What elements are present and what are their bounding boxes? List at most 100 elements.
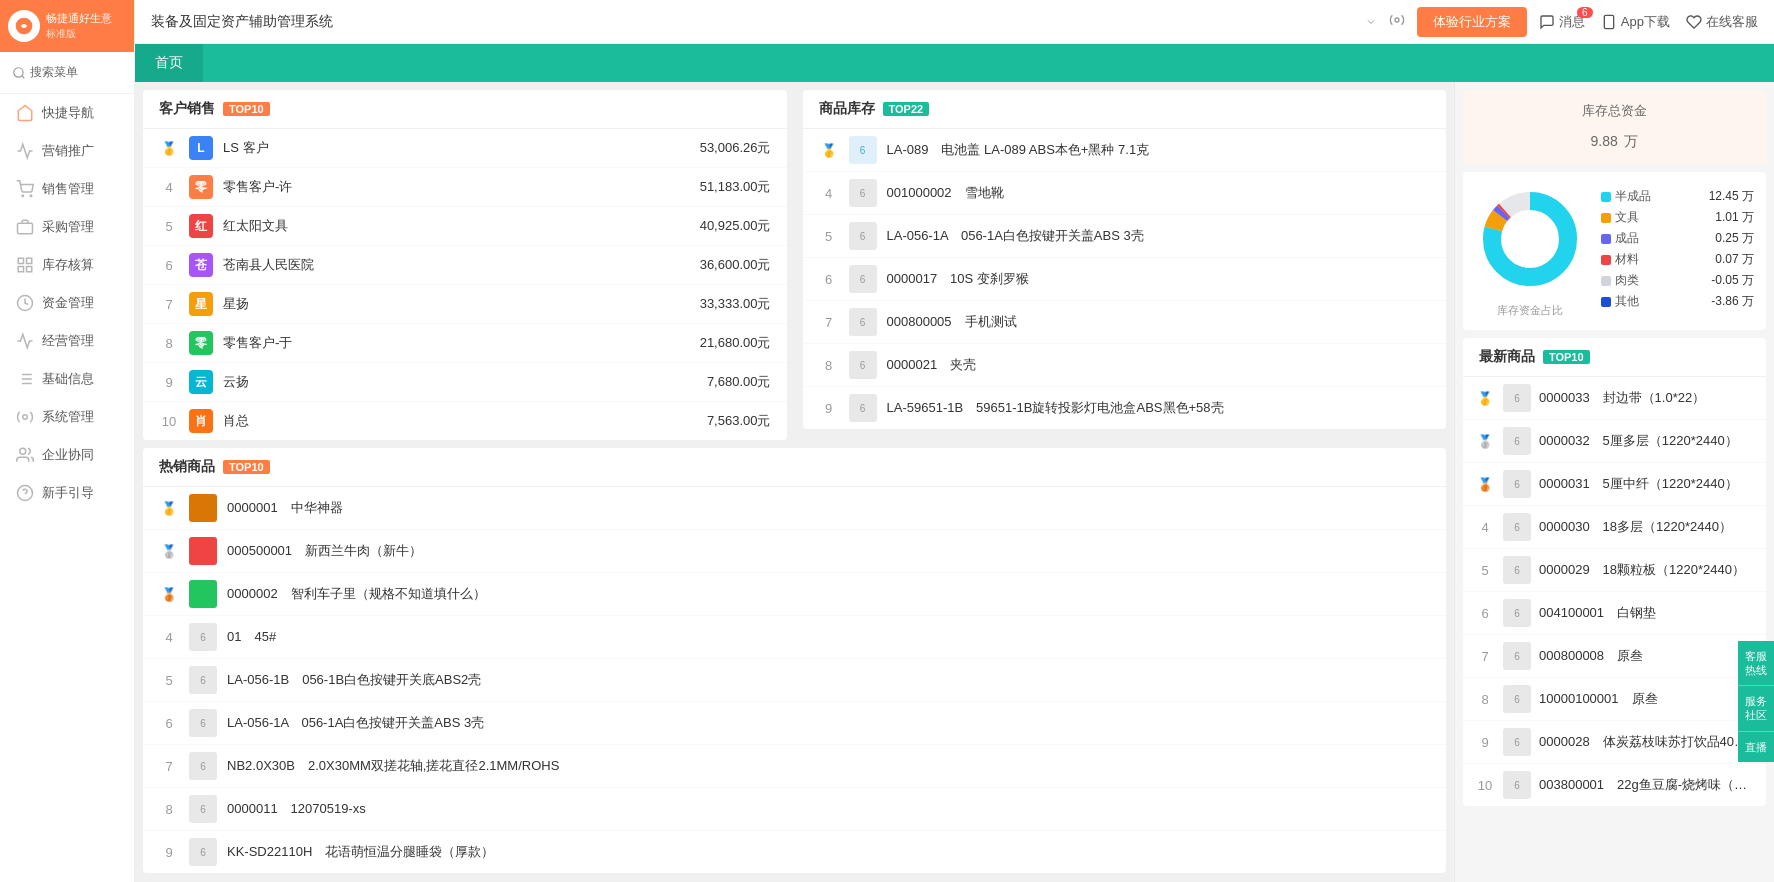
hot-products-card: 热销商品 TOP10 🥇 0000001 中华神器 🥈 000500001 新西… <box>143 448 1446 873</box>
sidebar: 畅捷通好生意 标准版 搜索菜单 快捷导航 营销推广 销售管理 采购管理 库 <box>0 0 135 882</box>
newest-header: 最新商品 TOP10 <box>1463 338 1766 377</box>
inv-rank-3: 5 <box>819 229 839 244</box>
nav-sysmanage-label: 系统管理 <box>42 408 94 426</box>
sidebar-nav: 快捷导航 营销推广 销售管理 采购管理 库存核算 资金管理 经营管理 基础信息 <box>0 94 134 882</box>
cs-community-btn[interactable]: 服务社区 <box>1738 686 1774 732</box>
inv-rank-4: 6 <box>819 272 839 287</box>
customer-value-6: 21,680.00元 <box>700 334 771 352</box>
app-download-btn[interactable]: App下载 <box>1601 13 1670 31</box>
legend-dot-0 <box>1601 192 1611 202</box>
inv-thumb-2: 6 <box>849 179 877 207</box>
new-thumb-9: 6 <box>1503 728 1531 756</box>
sidebar-item-baseinfo[interactable]: 基础信息 <box>0 360 134 398</box>
hot-row-4: 4 6 01 45# <box>143 616 1446 659</box>
page-tabs: 首页 <box>135 44 1774 82</box>
sidebar-logo: 畅捷通好生意 标准版 <box>0 0 134 52</box>
nav-marketing-label: 营销推广 <box>42 142 94 160</box>
trial-btn[interactable]: 体验行业方案 <box>1417 7 1527 37</box>
hot-row-1: 🥇 0000001 中华神器 <box>143 487 1446 530</box>
system-dropdown[interactable] <box>1365 16 1377 28</box>
top-lists-row: 客户销售 TOP10 🥇 L LS 客户 53,006.26元 4 零 <box>135 82 1454 448</box>
new-row-1: 🥇 6 0000033 封边带（1.0*22） <box>1463 377 1766 420</box>
new-name-2: 0000032 5厘多层（1220*2440） <box>1539 432 1754 450</box>
hot-name-2: 000500001 新西兰牛肉（新牛） <box>227 542 1430 560</box>
rank-num-2: 4 <box>159 180 179 195</box>
donut-chart-wrap: 库存资金占比 半成品 12.45 万 <box>1475 184 1754 318</box>
brand-name: 畅捷通好生意 <box>46 11 112 26</box>
new-thumb-10: 6 <box>1503 771 1531 799</box>
new-thumb-7: 6 <box>1503 642 1531 670</box>
new-thumb-1: 6 <box>1503 384 1531 412</box>
main-content: 装备及固定资产辅助管理系统 体验行业方案 消息 6 App下载 在线客服 <box>135 0 1774 882</box>
sidebar-item-quicknav[interactable]: 快捷导航 <box>0 94 134 132</box>
sidebar-item-sales[interactable]: 销售管理 <box>0 170 134 208</box>
new-row-8: 8 6 10000100001 原叁 <box>1463 678 1766 721</box>
chart-legend: 半成品 12.45 万 文具 1.01 万 <box>1601 188 1754 314</box>
new-name-9: 0000028 体炭荔枝味苏打饮品400毫升（1*15） <box>1539 733 1754 751</box>
customer-top10-title: 客户销售 <box>159 100 215 118</box>
svg-line-2 <box>22 75 25 78</box>
nav-sales-label: 销售管理 <box>42 180 94 198</box>
hot-products-header: 热销商品 TOP10 <box>143 448 1446 487</box>
sidebar-item-finance[interactable]: 资金管理 <box>0 284 134 322</box>
svg-point-21 <box>1395 18 1399 22</box>
sidebar-item-enterprise[interactable]: 企业协同 <box>0 436 134 474</box>
customer-name-6: 零售客户-于 <box>223 334 690 352</box>
hot-thumb-1 <box>189 494 217 522</box>
hot-row-7: 7 6 NB2.0X30B 2.0X30MM双搓花轴,搓花直径2.1MM/ROH… <box>143 745 1446 788</box>
hot-thumb-9: 6 <box>189 838 217 866</box>
inv-name-6: 0000021 夹壳 <box>887 356 1431 374</box>
sidebar-item-inventory[interactable]: 库存核算 <box>0 246 134 284</box>
hot-thumb-2 <box>189 537 217 565</box>
sidebar-item-sysmanage[interactable]: 系统管理 <box>0 398 134 436</box>
product-inventory-section: 商品库存 TOP22 🥇 6 LA-089 电池盖 LA-089 ABS本色+黑… <box>795 82 1455 448</box>
nav-baseinfo-label: 基础信息 <box>42 370 94 388</box>
customer-avatar-5: 星 <box>189 292 213 316</box>
customer-name-4: 苍南县人民医院 <box>223 256 690 274</box>
inventory-value-unit: 万 <box>1624 133 1638 149</box>
inventory-total-label: 库存总资金 <box>1479 102 1750 120</box>
online-service-label: 在线客服 <box>1706 13 1758 31</box>
new-name-1: 0000033 封边带（1.0*22） <box>1539 389 1754 407</box>
rank-num-8: 10 <box>159 414 179 429</box>
tab-home[interactable]: 首页 <box>135 44 203 82</box>
svg-point-18 <box>20 448 26 454</box>
sidebar-item-purchase[interactable]: 采购管理 <box>0 208 134 246</box>
logo-icon <box>8 10 40 42</box>
settings-icon[interactable] <box>1389 12 1405 31</box>
new-name-7: 000800008 原叁 <box>1539 647 1754 665</box>
new-thumb-5: 6 <box>1503 556 1531 584</box>
nav-purchase-label: 采购管理 <box>42 218 94 236</box>
nav-guide-label: 新手引导 <box>42 484 94 502</box>
hot-name-6: LA-056-1A 056-1A白色按键开关盖ABS 3壳 <box>227 714 1430 732</box>
sidebar-item-marketing[interactable]: 营销推广 <box>0 132 134 170</box>
new-row-6: 6 6 004100001 白钢垫 <box>1463 592 1766 635</box>
new-rank-8: 8 <box>1475 692 1495 707</box>
inv-thumb-6: 6 <box>849 351 877 379</box>
new-thumb-2: 6 <box>1503 427 1531 455</box>
cs-live-btn[interactable]: 直播 <box>1738 732 1774 762</box>
nav-enterprise-label: 企业协同 <box>42 446 94 464</box>
new-row-10: 10 6 003800001 22g鱼豆腐-烧烤味（1*12*20） <box>1463 764 1766 806</box>
customer-row-1: 🥇 L LS 客户 53,006.26元 <box>143 129 787 168</box>
cs-float-panel: 客服热线 服务社区 直播 <box>1738 641 1774 762</box>
search-menu-btn[interactable]: 搜索菜单 <box>8 60 126 85</box>
cs-hotline-btn[interactable]: 客服热线 <box>1738 641 1774 687</box>
hot-thumb-5: 6 <box>189 666 217 694</box>
sidebar-item-operations[interactable]: 经营管理 <box>0 322 134 360</box>
online-service-btn[interactable]: 在线客服 <box>1686 13 1758 31</box>
customer-row-5: 7 星 星扬 33,333.00元 <box>143 285 787 324</box>
hot-products-label: TOP10 <box>223 460 270 474</box>
messages-btn[interactable]: 消息 6 <box>1539 13 1585 31</box>
inv-name-7: LA-59651-1B 59651-1B旋转投影灯电池盒ABS黑色+58壳 <box>887 399 1431 417</box>
hot-row-9: 9 6 KK-SD22110H 花语萌恒温分腿睡袋（厚款） <box>143 831 1446 873</box>
search-menu-section[interactable]: 搜索菜单 <box>0 52 134 94</box>
legend-val-0: 12.45 万 <box>1709 188 1754 205</box>
sidebar-item-guide[interactable]: 新手引导 <box>0 474 134 512</box>
customer-name-3: 红太阳文具 <box>223 217 690 235</box>
hot-name-8: 0000011 12070519-xs <box>227 800 1430 818</box>
hot-rank-8: 8 <box>159 802 179 817</box>
inv-row-3: 5 6 LA-056-1A 056-1A白色按键开关盖ABS 3壳 <box>803 215 1447 258</box>
hot-rank-9: 9 <box>159 845 179 860</box>
new-thumb-4: 6 <box>1503 513 1531 541</box>
